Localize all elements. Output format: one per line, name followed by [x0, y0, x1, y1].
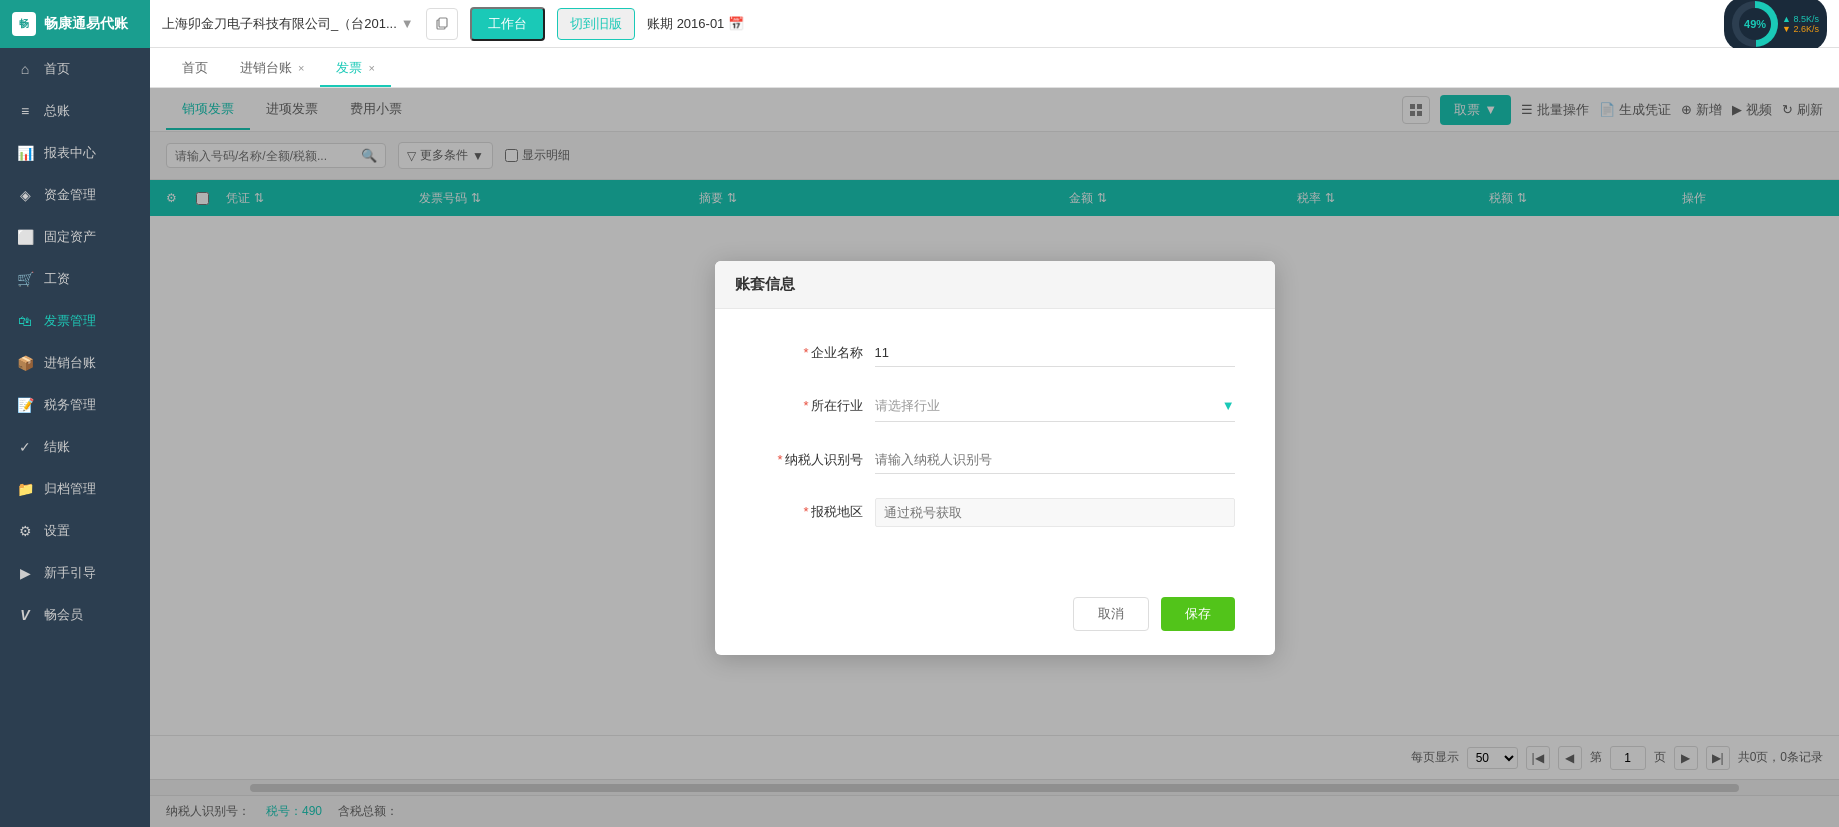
sidebar-item-settle[interactable]: ✓ 结账 — [0, 426, 150, 468]
switch-old-button[interactable]: 切到旧版 — [557, 8, 635, 40]
main-content: 上海卯金刀电子科技有限公司_（台201... ▼ 工作台 切到旧版 账期 201… — [150, 0, 1839, 827]
period-display: 账期 2016-01 📅 — [647, 15, 745, 33]
invoice-icon: 🛍 — [16, 313, 34, 329]
speed-down: ▼ 2.6K/s — [1782, 24, 1819, 34]
sidebar-label-tax: 税务管理 — [44, 396, 96, 414]
sidebar-label-home: 首页 — [44, 60, 70, 78]
content-area: 销项发票 进项发票 费用小票 取票 ▼ ☰ — [150, 88, 1839, 827]
report-icon: 📊 — [16, 145, 34, 161]
sidebar-item-guide[interactable]: ▶ 新手引导 — [0, 552, 150, 594]
sidebar-item-ledger[interactable]: ≡ 总账 — [0, 90, 150, 132]
company-name-input[interactable] — [875, 339, 1235, 367]
company-name-label: 企业名称 — [755, 344, 875, 362]
modal-footer: 取消 保存 — [715, 581, 1275, 655]
tab-home[interactable]: 首页 — [166, 51, 224, 87]
sidebar-label-ledger: 总账 — [44, 102, 70, 120]
account-info-modal: 账套信息 企业名称 所在行业 请选择行业 ▼ — [715, 261, 1275, 655]
sidebar-label-fund: 资金管理 — [44, 186, 96, 204]
form-row-company: 企业名称 — [755, 339, 1235, 367]
company-dropdown-icon[interactable]: ▼ — [401, 16, 414, 31]
topbar-icons — [426, 8, 458, 40]
company-selector[interactable]: 上海卯金刀电子科技有限公司_（台201... ▼ — [162, 15, 414, 33]
sidebar-item-purchase[interactable]: 📦 进销台账 — [0, 342, 150, 384]
logo-text: 畅康通易代账 — [44, 15, 128, 33]
tab-invoice-close[interactable]: × — [368, 62, 374, 74]
sidebar-item-asset[interactable]: ⬜ 固定资产 — [0, 216, 150, 258]
topbar: 上海卯金刀电子科技有限公司_（台201... ▼ 工作台 切到旧版 账期 201… — [150, 0, 1839, 48]
sidebar-label-settings: 设置 — [44, 522, 70, 540]
tab-home-label: 首页 — [182, 59, 208, 77]
workbench-button[interactable]: 工作台 — [470, 7, 545, 41]
sidebar-item-settings[interactable]: ⚙ 设置 — [0, 510, 150, 552]
sidebar-item-fund[interactable]: ◈ 资金管理 — [0, 174, 150, 216]
guide-icon: ▶ — [16, 565, 34, 581]
member-icon: V — [16, 607, 34, 623]
sidebar-label-archive: 归档管理 — [44, 480, 96, 498]
home-icon: ⌂ — [16, 61, 34, 77]
fund-icon: ◈ — [16, 187, 34, 203]
industry-select[interactable]: 请选择行业 ▼ — [875, 391, 1235, 422]
sidebar-label-settle: 结账 — [44, 438, 70, 456]
sidebar-label-report: 报表中心 — [44, 144, 96, 162]
sidebar-item-tax[interactable]: 📝 税务管理 — [0, 384, 150, 426]
industry-label: 所在行业 — [755, 397, 875, 415]
tabbar: 首页 进销台账 × 发票 × — [150, 48, 1839, 88]
tab-invoice-label: 发票 — [336, 59, 362, 77]
modal-header: 账套信息 — [715, 261, 1275, 309]
form-row-taxid: 纳税人识别号 — [755, 446, 1235, 474]
sidebar-label-payroll: 工资 — [44, 270, 70, 288]
sidebar-label-asset: 固定资产 — [44, 228, 96, 246]
save-button[interactable]: 保存 — [1161, 597, 1235, 631]
period-value: 2016-01 — [677, 16, 725, 31]
speed-info: ▲ 8.5K/s ▼ 2.6K/s — [1782, 14, 1819, 34]
modal-title: 账套信息 — [735, 275, 795, 292]
tax-id-input[interactable] — [875, 446, 1235, 474]
form-row-tax-region: 报税地区 — [755, 498, 1235, 527]
sidebar-label-member: 畅会员 — [44, 606, 83, 624]
network-widget: 49% ▲ 8.5K/s ▼ 2.6K/s — [1724, 0, 1827, 51]
tab-purchase-close[interactable]: × — [298, 62, 304, 74]
sidebar-item-report[interactable]: 📊 报表中心 — [0, 132, 150, 174]
period-label: 账期 — [647, 15, 673, 33]
payroll-icon: 🛒 — [16, 271, 34, 287]
sidebar-item-invoice[interactable]: 🛍 发票管理 — [0, 300, 150, 342]
sidebar-item-home[interactable]: ⌂ 首页 — [0, 48, 150, 90]
company-name: 上海卯金刀电子科技有限公司_（台201... — [162, 15, 397, 33]
speed-circle: 49% — [1732, 1, 1778, 47]
tax-region-label: 报税地区 — [755, 503, 875, 521]
tab-purchase-label: 进销台账 — [240, 59, 292, 77]
speed-up: ▲ 8.5K/s — [1782, 14, 1819, 24]
modal-overlay: 账套信息 企业名称 所在行业 请选择行业 ▼ — [150, 88, 1839, 827]
sidebar-label-guide: 新手引导 — [44, 564, 96, 582]
app-logo: 畅 畅康通易代账 — [0, 0, 150, 48]
svg-rect-1 — [439, 18, 447, 27]
tax-id-label: 纳税人识别号 — [755, 451, 875, 469]
sidebar: 畅 畅康通易代账 ⌂ 首页 ≡ 总账 📊 报表中心 ◈ 资金管理 ⬜ 固定资产 … — [0, 0, 150, 827]
asset-icon: ⬜ — [16, 229, 34, 245]
tab-purchase[interactable]: 进销台账 × — [224, 51, 320, 87]
form-row-industry: 所在行业 请选择行业 ▼ — [755, 391, 1235, 422]
cancel-button[interactable]: 取消 — [1073, 597, 1149, 631]
logo-icon: 畅 — [12, 12, 36, 36]
sidebar-item-archive[interactable]: 📁 归档管理 — [0, 468, 150, 510]
modal-body: 企业名称 所在行业 请选择行业 ▼ — [715, 309, 1275, 581]
topbar-right: 49% ▲ 8.5K/s ▼ 2.6K/s — [1724, 0, 1827, 51]
industry-placeholder: 请选择行业 — [875, 397, 940, 415]
sidebar-label-purchase: 进销台账 — [44, 354, 96, 372]
tax-icon: 📝 — [16, 397, 34, 413]
sidebar-item-payroll[interactable]: 🛒 工资 — [0, 258, 150, 300]
tax-region-input[interactable] — [875, 498, 1235, 527]
archive-icon: 📁 — [16, 481, 34, 497]
sidebar-item-member[interactable]: V 畅会员 — [0, 594, 150, 636]
industry-dropdown-icon: ▼ — [1222, 398, 1235, 413]
tab-invoice[interactable]: 发票 × — [320, 51, 390, 87]
ledger-icon: ≡ — [16, 103, 34, 119]
purchase-icon: 📦 — [16, 355, 34, 371]
speed-percent: 49% — [1739, 8, 1771, 40]
sidebar-label-invoice: 发票管理 — [44, 312, 96, 330]
calendar-icon[interactable]: 📅 — [728, 16, 744, 31]
settings-icon: ⚙ — [16, 523, 34, 539]
settle-icon: ✓ — [16, 439, 34, 455]
copy-icon-btn[interactable] — [426, 8, 458, 40]
